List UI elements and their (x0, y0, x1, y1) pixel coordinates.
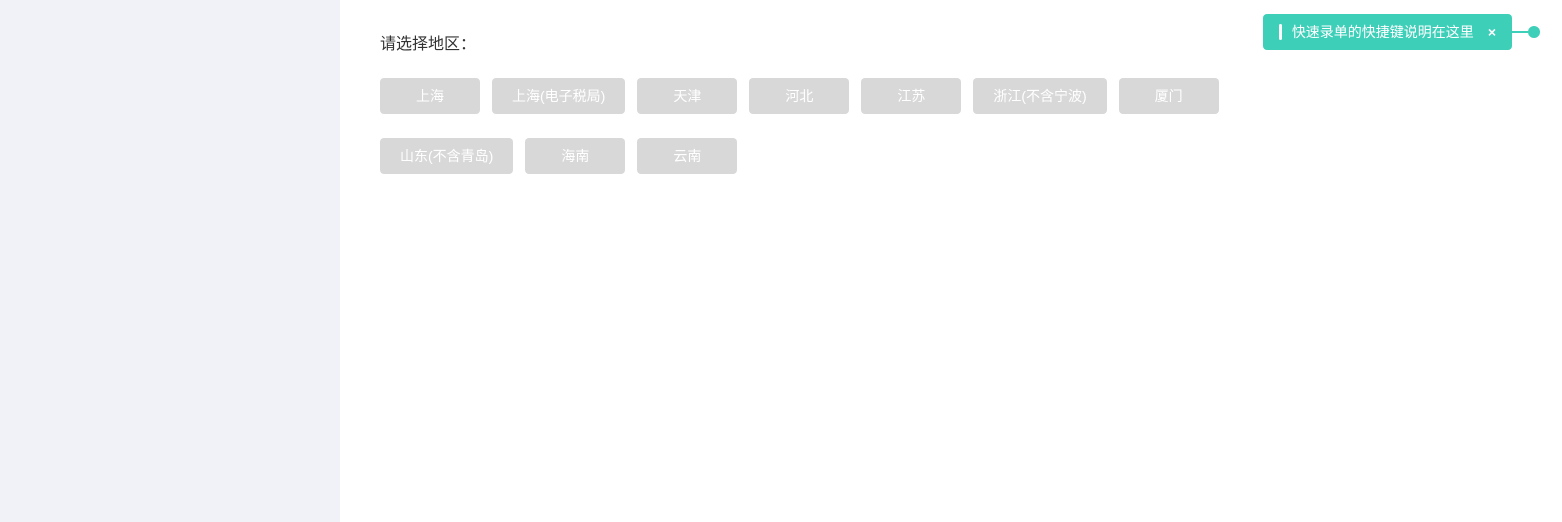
tooltip-close-button[interactable]: × (1488, 24, 1496, 40)
region-btn-yunnan[interactable]: 云南 (637, 138, 737, 174)
region-btn-shanghai-etax[interactable]: 上海(电子税局) (492, 78, 625, 114)
tooltip-text: 快速录单的快捷键说明在这里 (1292, 22, 1474, 42)
region-btn-zhejiang[interactable]: 浙江(不含宁波) (973, 78, 1106, 114)
region-btn-hebei[interactable]: 河北 (749, 78, 849, 114)
tooltip-banner: 快速录单的快捷键说明在这里 × (1263, 14, 1512, 50)
region-buttons-container: 上海 上海(电子税局) 天津 河北 江苏 浙江(不含宁波) 厦门 山东(不含青岛… (380, 78, 1522, 174)
region-btn-jiangsu[interactable]: 江苏 (861, 78, 961, 114)
left-sidebar (0, 0, 340, 522)
region-btn-shandong[interactable]: 山东(不含青岛) (380, 138, 513, 174)
tooltip-dot-indicator (1528, 26, 1540, 38)
region-btn-shanghai[interactable]: 上海 (380, 78, 480, 114)
main-content: 请选择地区： 上海 上海(电子税局) 天津 河北 江苏 浙江(不含宁波) 厦门 … (340, 0, 1562, 522)
region-btn-tianjin[interactable]: 天津 (637, 78, 737, 114)
region-btn-xiamen[interactable]: 厦门 (1119, 78, 1219, 114)
tooltip-connector-line (1510, 31, 1528, 33)
region-btn-hainan[interactable]: 海南 (525, 138, 625, 174)
